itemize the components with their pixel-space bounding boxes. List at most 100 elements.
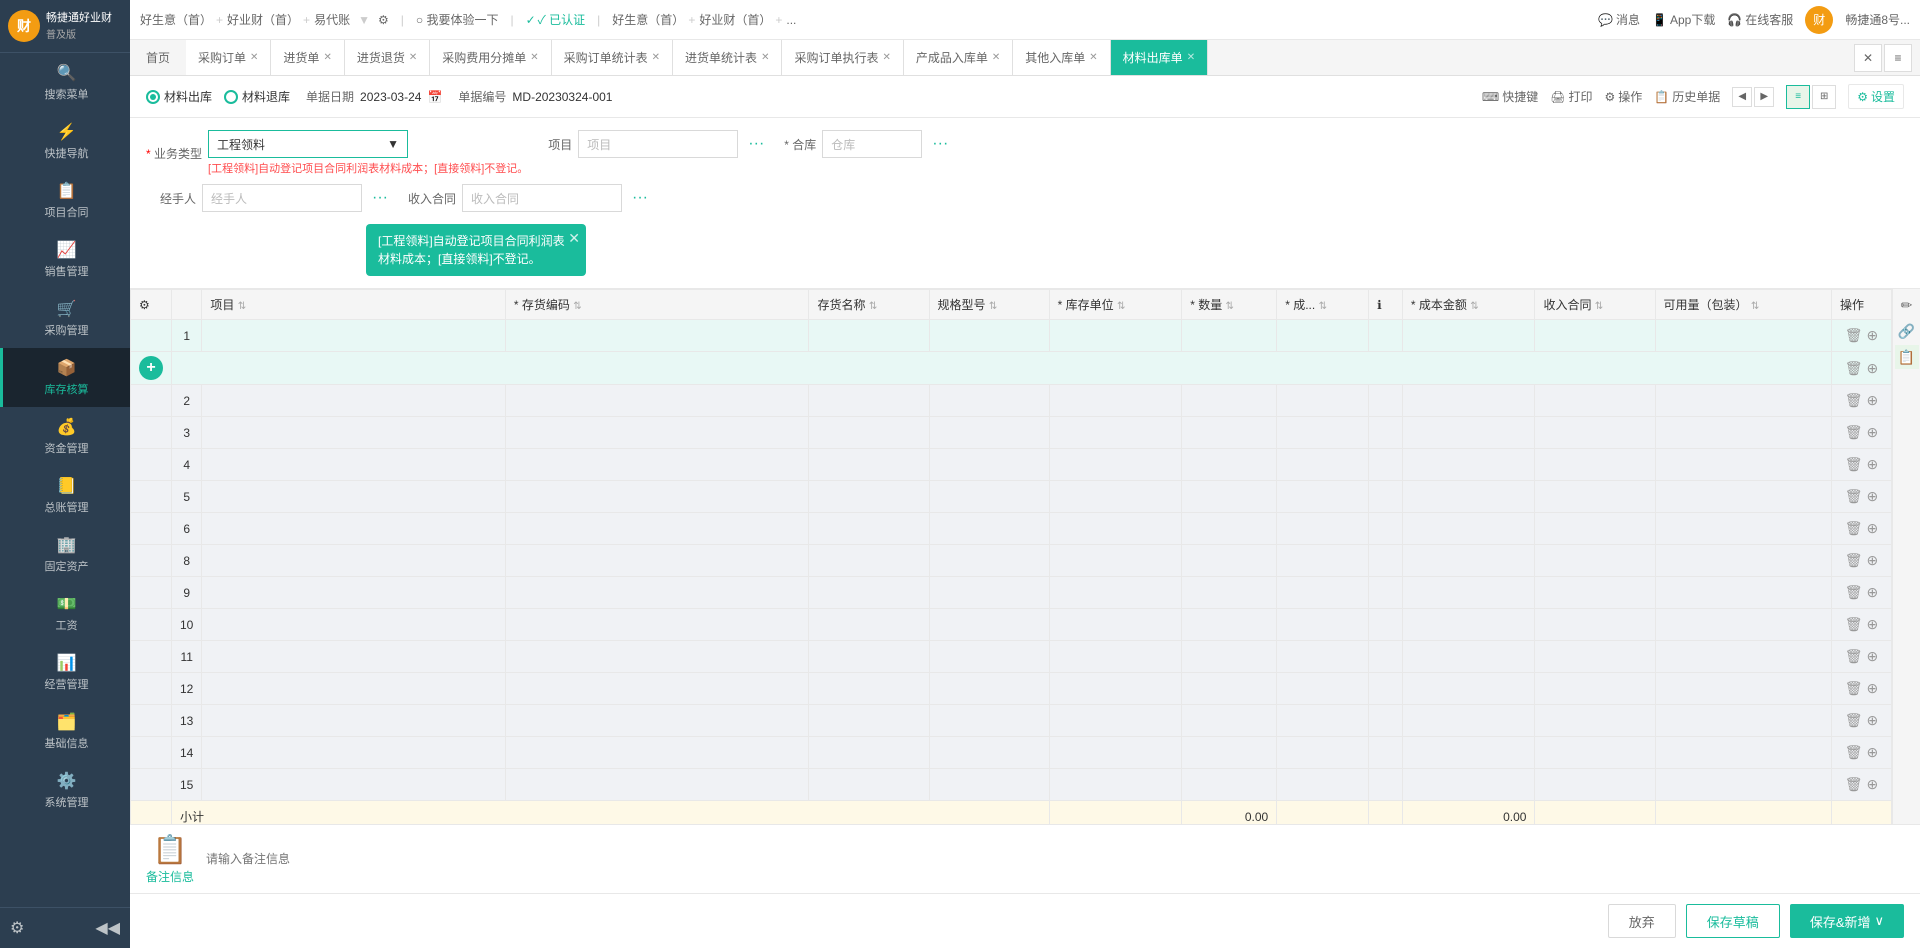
settings-icon[interactable]: ⚙ <box>10 918 24 938</box>
delete-icon[interactable]: 🗑 <box>1845 520 1863 537</box>
copy-icon[interactable]: ⊕ <box>1867 680 1879 697</box>
collapse-icon[interactable]: ◀◀ <box>95 918 120 938</box>
view-list-btn[interactable]: ≡ <box>1786 85 1810 109</box>
settings-button[interactable]: ⚙ 设置 <box>1848 84 1904 109</box>
topbar-more-2[interactable]: 好业财（首） <box>699 11 771 28</box>
delete-row-icon[interactable]: 🗑 <box>1845 327 1863 344</box>
tooltip-close-btn[interactable]: ✕ <box>568 228 580 249</box>
sidebar-item-salary[interactable]: 💵 工资 <box>0 584 130 643</box>
sidebar-item-contract[interactable]: 📋 项目合同 <box>0 171 130 230</box>
tab-product-inbound[interactable]: 产成品入库单 ✕ <box>904 40 1013 76</box>
sidebar-item-nav[interactable]: ⚡ 快捷导航 <box>0 112 130 171</box>
save-new-button[interactable]: 保存&新增 ∨ <box>1790 904 1904 938</box>
copy-icon[interactable]: ⊕ <box>1867 776 1879 793</box>
operations-btn[interactable]: ⚙ 操作 <box>1604 88 1642 105</box>
discard-button[interactable]: 放弃 <box>1608 904 1676 938</box>
warehouse-input[interactable]: 仓库 <box>822 130 922 158</box>
copy-row-icon[interactable]: ⊕ <box>1867 360 1879 377</box>
sidebar-item-assets[interactable]: 🏢 固定资产 <box>0 525 130 584</box>
business-type-select[interactable]: 工程领料 ▼ <box>208 130 408 158</box>
user-avatar[interactable]: 财 <box>1805 6 1833 34</box>
tab-close-icon[interactable]: ✕ <box>1089 52 1097 63</box>
tab-close-icon[interactable]: ✕ <box>409 52 417 63</box>
right-sidebar-link-icon[interactable]: 🔗 <box>1895 319 1919 343</box>
copy-icon[interactable]: ⊕ <box>1867 456 1879 473</box>
tab-close-icon[interactable]: ✕ <box>323 52 331 63</box>
agent-input[interactable]: 经手人 <box>202 184 362 212</box>
tab-purchase-expense[interactable]: 采购费用分摊单 ✕ <box>430 40 551 76</box>
topbar-link-1[interactable]: 好生意（首） <box>140 11 212 28</box>
delete-icon[interactable]: 🗑 <box>1845 552 1863 569</box>
radio-material-return[interactable]: 材料退库 <box>224 88 290 105</box>
tab-goods-return[interactable]: 进货退货 ✕ <box>345 40 430 76</box>
delete-row-icon[interactable]: 🗑 <box>1845 360 1863 377</box>
tab-close-icon[interactable]: ✕ <box>882 52 890 63</box>
right-sidebar-edit-icon[interactable]: ✏ <box>1895 293 1919 317</box>
sidebar-item-system[interactable]: ⚙️ 系统管理 <box>0 761 130 820</box>
project-input[interactable]: 项目 <box>578 130 738 158</box>
right-sidebar-active-icon[interactable]: 📋 <box>1895 345 1919 369</box>
copy-icon[interactable]: ⊕ <box>1867 392 1879 409</box>
tab-material-outbound[interactable]: 材料出库单 ✕ <box>1111 40 1208 76</box>
topbar-more-1[interactable]: 好生意（首） <box>612 11 684 28</box>
tab-goods-receipt[interactable]: 进货单 ✕ <box>271 40 344 76</box>
topbar-gear[interactable]: ⚙ <box>378 13 389 27</box>
tab-close-icon[interactable]: ✕ <box>250 52 258 63</box>
tab-close-all-btn[interactable]: ✕ <box>1854 44 1882 72</box>
copy-icon[interactable]: ⊕ <box>1867 616 1879 633</box>
copy-icon[interactable]: ⊕ <box>1867 424 1879 441</box>
tab-close-icon[interactable]: ✕ <box>1187 52 1195 63</box>
delete-icon[interactable]: 🗑 <box>1845 392 1863 409</box>
sidebar-item-finance[interactable]: 💰 资金管理 <box>0 407 130 466</box>
tab-purchase-exec[interactable]: 采购订单执行表 ✕ <box>782 40 903 76</box>
user-name[interactable]: 畅捷通8号... <box>1845 11 1910 28</box>
row-project[interactable] <box>202 320 506 352</box>
tab-close-icon[interactable]: ✕ <box>530 52 538 63</box>
tab-other-inbound[interactable]: 其他入库单 ✕ <box>1013 40 1110 76</box>
delete-icon[interactable]: 🗑 <box>1845 680 1863 697</box>
delete-icon[interactable]: 🗑 <box>1845 424 1863 441</box>
income-contract-input[interactable]: 收入合同 <box>462 184 622 212</box>
add-row-btn[interactable]: + <box>139 356 163 380</box>
row-stock-code[interactable] <box>505 320 809 352</box>
save-draft-button[interactable]: 保存草稿 <box>1686 904 1780 938</box>
online-service-btn[interactable]: 🎧 在线客服 <box>1727 11 1793 28</box>
delete-icon[interactable]: 🗑 <box>1845 712 1863 729</box>
tab-goods-stats[interactable]: 进货单统计表 ✕ <box>673 40 782 76</box>
delete-icon[interactable]: 🗑 <box>1845 744 1863 761</box>
copy-icon[interactable]: ⊕ <box>1867 712 1879 729</box>
income-contract-dots-btn[interactable]: ··· <box>632 189 648 207</box>
tab-home[interactable]: 首页 <box>130 40 186 76</box>
sidebar-item-sales[interactable]: 📈 销售管理 <box>0 230 130 289</box>
sidebar-item-accounting[interactable]: 📒 总账管理 <box>0 466 130 525</box>
sidebar-item-base[interactable]: 🗂️ 基础信息 <box>0 702 130 761</box>
tab-purchase-order[interactable]: 采购订单 ✕ <box>186 40 271 76</box>
copy-row-icon[interactable]: ⊕ <box>1867 327 1879 344</box>
delete-icon[interactable]: 🗑 <box>1845 456 1863 473</box>
delete-icon[interactable]: 🗑 <box>1845 488 1863 505</box>
sidebar-item-inventory[interactable]: 📦 库存核算 <box>0 348 130 407</box>
message-btn[interactable]: 💬 消息 <box>1598 11 1640 28</box>
tab-close-icon[interactable]: ✕ <box>761 52 769 63</box>
radio-material-out[interactable]: 材料出库 <box>146 88 212 105</box>
topbar-more-dots[interactable]: ... <box>786 13 796 27</box>
topbar-link-2[interactable]: 好业财（首） <box>227 11 299 28</box>
agent-dots-btn[interactable]: ··· <box>372 189 388 207</box>
warehouse-dots-btn[interactable]: ··· <box>932 135 948 153</box>
delete-icon[interactable]: 🗑 <box>1845 616 1863 633</box>
topbar-link-3[interactable]: 易代账 <box>314 11 350 28</box>
copy-icon[interactable]: ⊕ <box>1867 584 1879 601</box>
calendar-icon[interactable]: 📅 <box>427 90 442 104</box>
sidebar-item-purchase[interactable]: 🛒 采购管理 <box>0 289 130 348</box>
copy-icon[interactable]: ⊕ <box>1867 648 1879 665</box>
copy-icon[interactable]: ⊕ <box>1867 488 1879 505</box>
sidebar-item-search[interactable]: 🔍 搜索菜单 <box>0 53 130 112</box>
nav-next-btn[interactable]: ▶ <box>1754 87 1774 107</box>
delete-icon[interactable]: 🗑 <box>1845 776 1863 793</box>
tab-more-btn[interactable]: ≡ <box>1884 44 1912 72</box>
copy-icon[interactable]: ⊕ <box>1867 552 1879 569</box>
delete-icon[interactable]: 🗑 <box>1845 648 1863 665</box>
copy-icon[interactable]: ⊕ <box>1867 520 1879 537</box>
copy-icon[interactable]: ⊕ <box>1867 744 1879 761</box>
notes-input[interactable] <box>206 852 1904 866</box>
